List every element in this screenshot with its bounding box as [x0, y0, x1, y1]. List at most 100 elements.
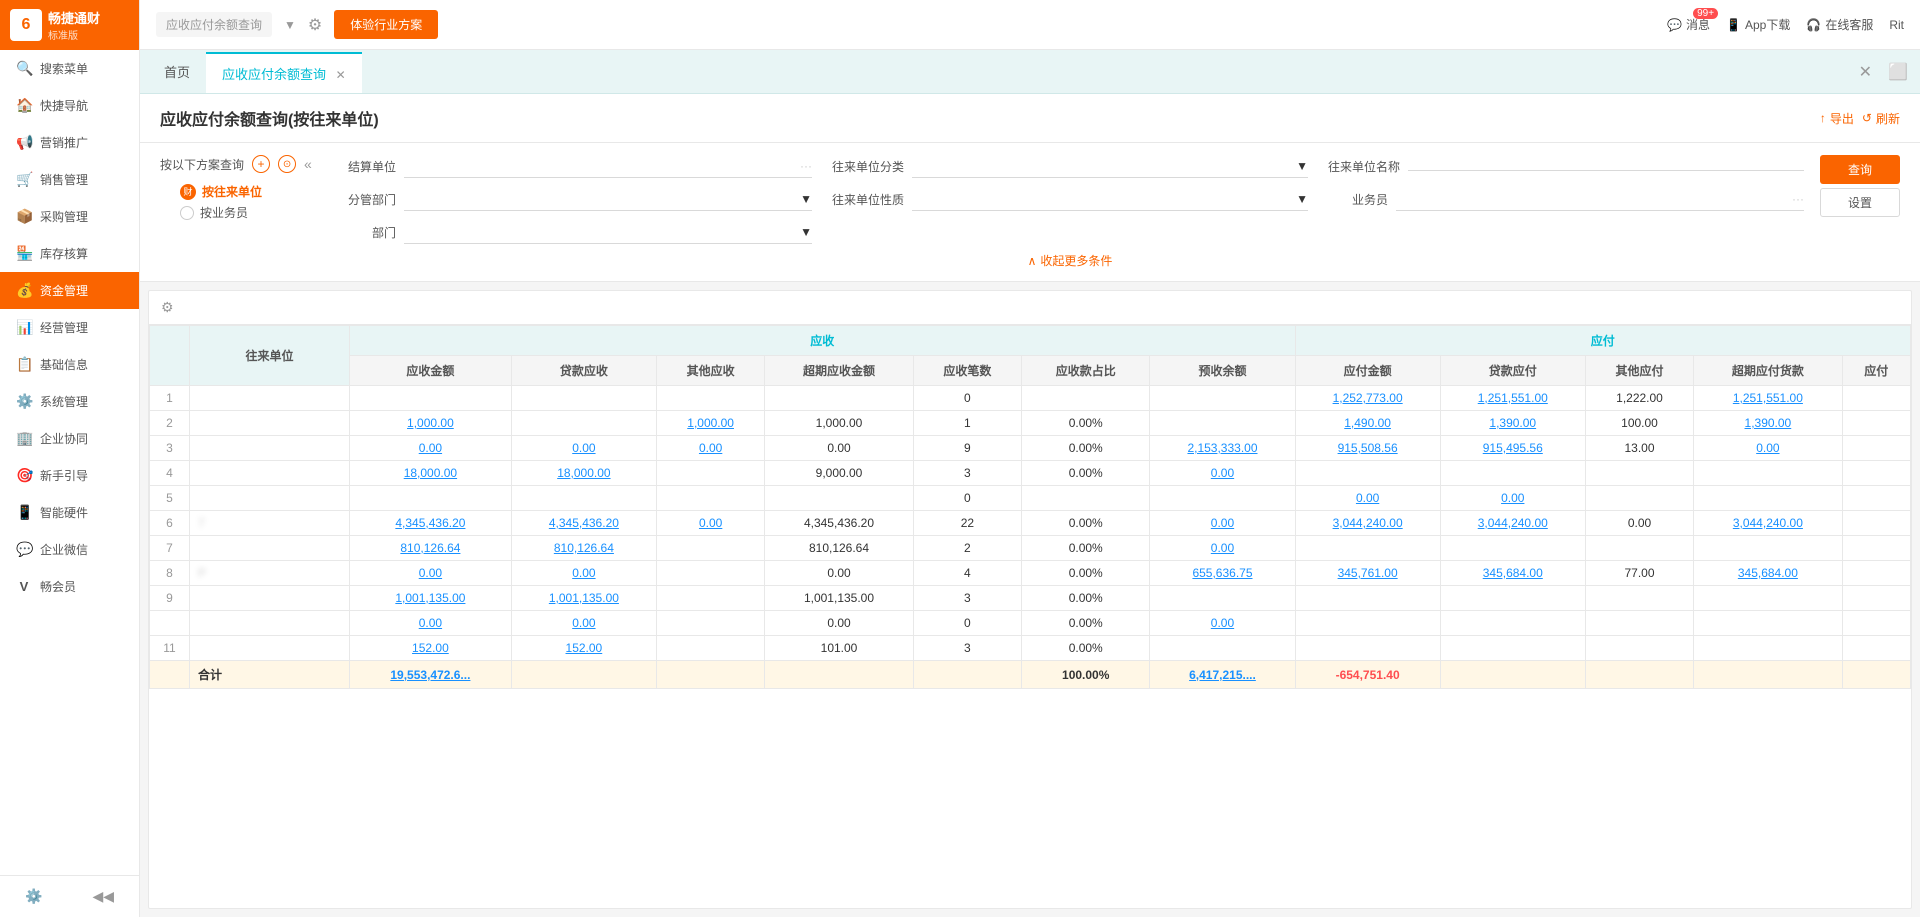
cell-prepaid[interactable] [1150, 411, 1295, 436]
cell-ap-amount[interactable]: 0.00 [1295, 486, 1440, 511]
cell-other-ar[interactable] [656, 536, 764, 561]
cell-other-ar[interactable]: 0.00 [656, 511, 764, 536]
cell-loan-ar[interactable]: 0.00 [511, 436, 656, 461]
cell-overdue-ap[interactable] [1694, 611, 1842, 636]
cell-other-ar[interactable] [656, 636, 764, 661]
cell-ar-amount[interactable]: 810,126.64 [350, 536, 512, 561]
sidebar-item-purchase[interactable]: 📦 采购管理 [0, 198, 139, 235]
app-download-btn[interactable]: 📱 App下载 [1726, 16, 1790, 33]
dept-input[interactable]: ▼ [404, 188, 812, 211]
unit-category-input[interactable]: ▼ [912, 155, 1308, 178]
cell-ar-amount[interactable]: 1,000.00 [350, 411, 512, 436]
tab-maximize-btn[interactable]: ⬜ [1884, 58, 1912, 86]
cell-ap-amount[interactable]: 915,508.56 [1295, 436, 1440, 461]
cell-overdue-ap[interactable] [1694, 486, 1842, 511]
cell-overdue-ap[interactable]: 1,390.00 [1694, 411, 1842, 436]
cell-overdue-ap[interactable]: 0.00 [1694, 436, 1842, 461]
cell-prepaid[interactable]: 0.00 [1150, 536, 1295, 561]
cell-loan-ap[interactable] [1440, 536, 1585, 561]
cell-ar-amount[interactable]: 0.00 [350, 436, 512, 461]
cell-overdue-ap[interactable] [1694, 536, 1842, 561]
cell-other-ar[interactable] [656, 486, 764, 511]
table-toolbar-gear-icon[interactable]: ⚙ [161, 299, 174, 316]
cell-ap-amount[interactable]: 3,044,240.00 [1295, 511, 1440, 536]
tab-close-btn[interactable]: ✕ [336, 68, 346, 82]
sidebar-item-operations[interactable]: 📊 经营管理 [0, 309, 139, 346]
cell-prepaid[interactable]: 0.00 [1150, 511, 1295, 536]
cell-loan-ar[interactable]: 4,345,436.20 [511, 511, 656, 536]
cell-ap-amount[interactable] [1295, 636, 1440, 661]
search-add-btn[interactable]: + [252, 155, 270, 173]
topnav-gear-icon[interactable]: ⚙ [308, 15, 322, 35]
online-support-btn[interactable]: 🎧 在线客服 [1806, 16, 1873, 33]
sidebar-item-sales[interactable]: 🛒 销售管理 [0, 161, 139, 198]
cell-overdue-ap[interactable] [1694, 636, 1842, 661]
cell-ap-amount[interactable] [1295, 461, 1440, 486]
footer-ar-amount[interactable]: 19,553,472.6... [350, 661, 512, 689]
sidebar-item-system[interactable]: ⚙️ 系统管理 [0, 383, 139, 420]
query-button[interactable]: 查询 [1820, 155, 1900, 184]
cell-overdue-ap[interactable]: 345,684.00 [1694, 561, 1842, 586]
sidebar-item-quick-nav[interactable]: 🏠 快捷导航 [0, 87, 139, 124]
cell-loan-ar[interactable] [511, 386, 656, 411]
unit-name-input[interactable] [1408, 162, 1804, 171]
settlement-unit-input[interactable]: ··· [404, 155, 812, 178]
sidebar-item-inventory[interactable]: 🏪 库存核算 [0, 235, 139, 272]
cell-prepaid[interactable] [1150, 636, 1295, 661]
tab-home[interactable]: 首页 [148, 52, 206, 91]
cell-other-ar[interactable]: 1,000.00 [656, 411, 764, 436]
tab-close-window-btn[interactable]: ✕ [1855, 58, 1876, 86]
cell-loan-ap[interactable] [1440, 611, 1585, 636]
cell-loan-ap[interactable]: 915,495.56 [1440, 436, 1585, 461]
cell-loan-ar[interactable]: 810,126.64 [511, 536, 656, 561]
cell-loan-ar[interactable]: 0.00 [511, 561, 656, 586]
cell-loan-ar[interactable]: 1,001,135.00 [511, 586, 656, 611]
cell-loan-ap[interactable] [1440, 461, 1585, 486]
user-info[interactable]: Rit [1889, 18, 1904, 32]
cell-overdue-ap[interactable]: 1,251,551.00 [1694, 386, 1842, 411]
cell-other-ar[interactable] [656, 461, 764, 486]
cell-loan-ap[interactable]: 345,684.00 [1440, 561, 1585, 586]
cell-ar-amount[interactable]: 0.00 [350, 561, 512, 586]
footer-prepaid[interactable]: 6,417,215.... [1150, 661, 1295, 689]
sidebar-item-guide[interactable]: 🎯 新手引导 [0, 457, 139, 494]
cell-loan-ap[interactable]: 3,044,240.00 [1440, 511, 1585, 536]
cell-prepaid[interactable]: 655,636.75 [1150, 561, 1295, 586]
tab-ar-ap[interactable]: 应收应付余额查询 ✕ [206, 52, 362, 93]
sidebar-item-wechat[interactable]: 💬 企业微信 [0, 531, 139, 568]
search-collapse-btn[interactable]: « [304, 156, 312, 172]
cell-ar-amount[interactable] [350, 486, 512, 511]
cell-ar-amount[interactable]: 18,000.00 [350, 461, 512, 486]
cell-prepaid[interactable]: 2,153,333.00 [1150, 436, 1295, 461]
export-button[interactable]: ↑ 导出 [1820, 110, 1854, 127]
sidebar-item-member[interactable]: V 畅会员 [0, 568, 139, 605]
cell-ap-amount[interactable]: 345,761.00 [1295, 561, 1440, 586]
cell-ar-amount[interactable] [350, 386, 512, 411]
sidebar-item-hardware[interactable]: 📱 智能硬件 [0, 494, 139, 531]
cell-loan-ar[interactable]: 0.00 [511, 611, 656, 636]
collapse-more-btn[interactable]: ∧ 收起更多条件 [336, 252, 1804, 269]
cell-prepaid[interactable]: 0.00 [1150, 461, 1295, 486]
plan-by-unit[interactable]: 财 按往来单位 [180, 183, 320, 200]
cell-ar-amount[interactable]: 1,001,135.00 [350, 586, 512, 611]
cell-ap-amount[interactable]: 1,252,773.00 [1295, 386, 1440, 411]
sidebar-item-enterprise[interactable]: 🏢 企业协同 [0, 420, 139, 457]
cell-prepaid[interactable]: 0.00 [1150, 611, 1295, 636]
cell-overdue-ap[interactable]: 3,044,240.00 [1694, 511, 1842, 536]
cell-ap-amount[interactable] [1295, 611, 1440, 636]
unit-nature-input[interactable]: ▼ [912, 188, 1308, 211]
cell-prepaid[interactable] [1150, 386, 1295, 411]
cell-other-ar[interactable]: 0.00 [656, 436, 764, 461]
cell-loan-ar[interactable] [511, 411, 656, 436]
cell-prepaid[interactable] [1150, 586, 1295, 611]
cell-loan-ar[interactable] [511, 486, 656, 511]
cell-loan-ar[interactable]: 152.00 [511, 636, 656, 661]
sidebar-item-marketing[interactable]: 📢 营销推广 [0, 124, 139, 161]
sidebar-item-basic-info[interactable]: 📋 基础信息 [0, 346, 139, 383]
search-setting-btn[interactable]: ⊙ [278, 155, 296, 173]
cell-ap-amount[interactable]: 1,490.00 [1295, 411, 1440, 436]
cell-ar-amount[interactable]: 4,345,436.20 [350, 511, 512, 536]
breadcrumb-arrow[interactable]: ▼ [284, 18, 296, 32]
cell-overdue-ap[interactable] [1694, 461, 1842, 486]
cell-ap-amount[interactable] [1295, 586, 1440, 611]
